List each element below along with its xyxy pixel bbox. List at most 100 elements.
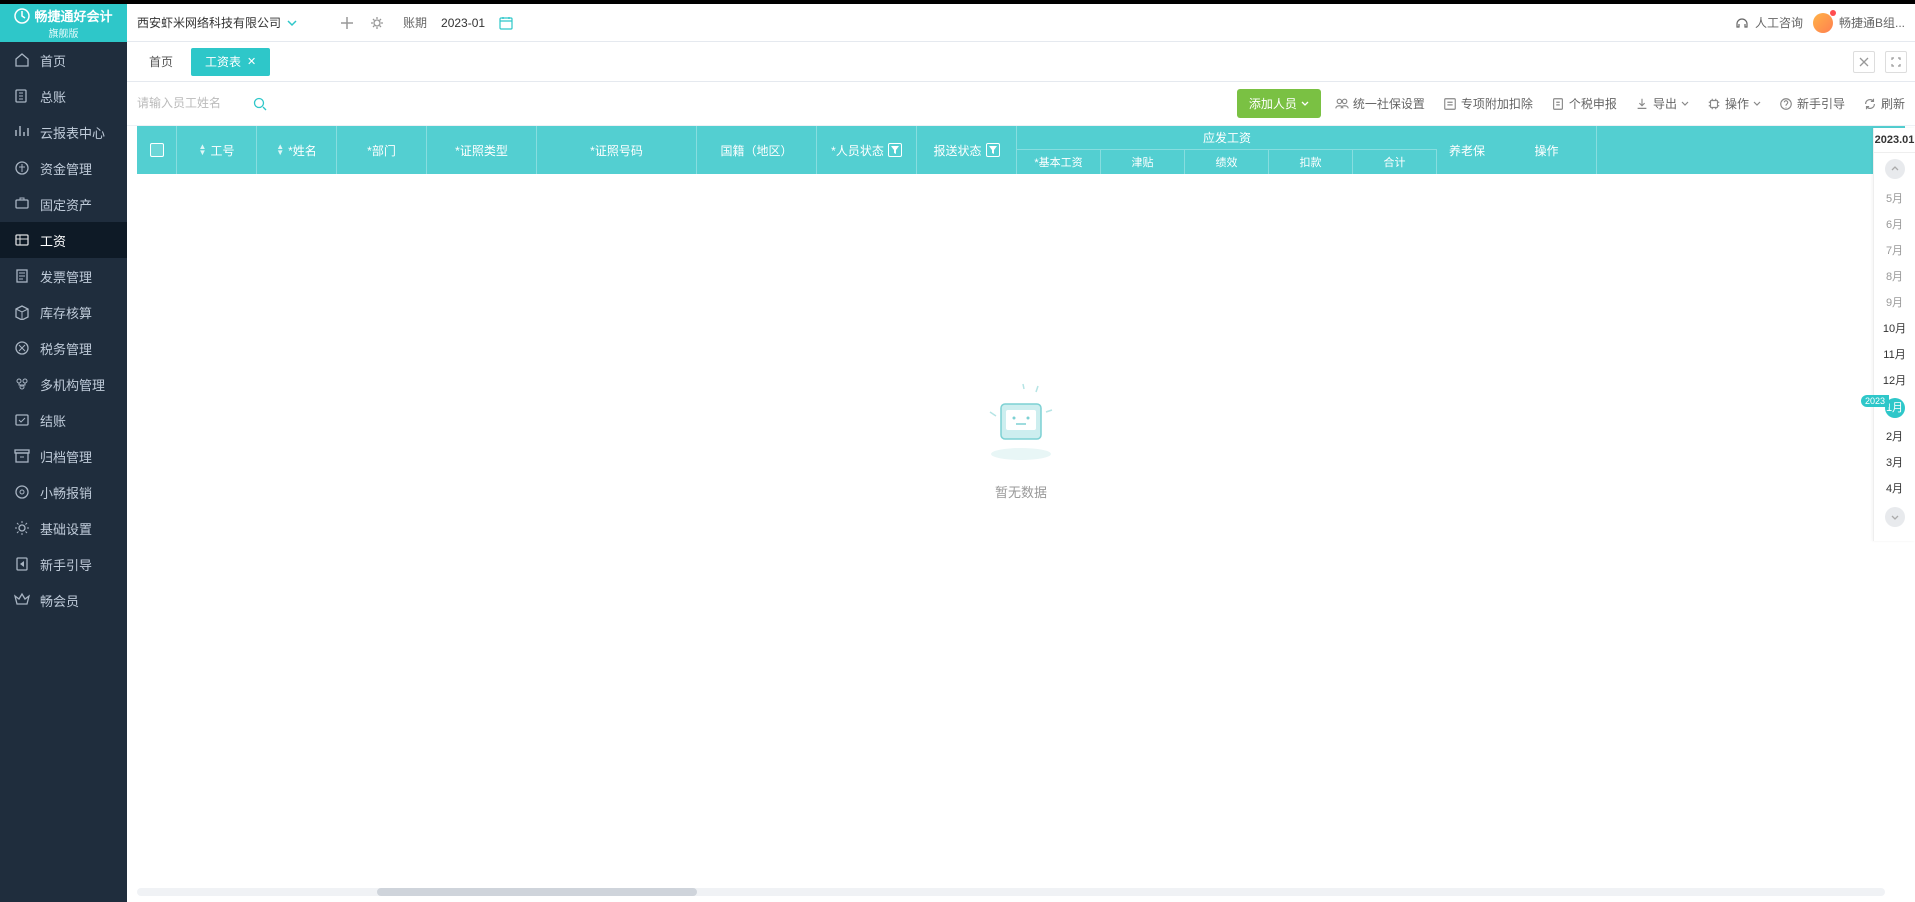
col-payable-sub[interactable]: *基本工资 [1017,150,1101,174]
sidebar-item-label: 结账 [40,411,66,430]
search-icon[interactable] [253,97,267,111]
col-payable-sub[interactable]: 绩效 [1185,150,1269,174]
month-item[interactable]: 6月 [1874,211,1915,237]
close-icon[interactable]: ✕ [247,55,256,68]
month-item[interactable]: 11月 [1874,341,1915,367]
sidebar-item-archive[interactable]: 归档管理 [0,438,127,474]
add-person-button[interactable]: 添加人员 [1237,89,1321,118]
search-box [137,92,287,115]
sidebar: 畅捷通好会计 旗舰版 首页总账云报表中心资金管理固定资产工资发票管理库存核算税务… [0,4,127,902]
month-item[interactable]: 10月 [1874,315,1915,341]
month-item[interactable]: 3月 [1874,449,1915,475]
toolbar-help[interactable]: 新手引导 [1779,95,1845,112]
toolbar-list[interactable]: 专项附加扣除 [1443,95,1533,112]
support-link[interactable]: 人工咨询 [1735,14,1803,31]
avatar [1813,13,1833,33]
list-icon [1443,97,1457,111]
sidebar-item-fund[interactable]: 资金管理 [0,150,127,186]
inventory-icon [14,304,30,320]
tab-1[interactable]: 工资表✕ [191,48,270,76]
sidebar-item-close-period[interactable]: 结账 [0,402,127,438]
sidebar-item-label: 基础设置 [40,519,92,538]
sidebar-item-salary[interactable]: 工资 [0,222,127,258]
filter-icon[interactable] [986,143,1000,157]
vip-icon [14,592,30,608]
sidebar-item-guide[interactable]: 新手引导 [0,546,127,582]
col-payable-sub[interactable]: 扣款 [1269,150,1353,174]
toolbar-people[interactable]: 统一社保设置 [1335,95,1425,112]
sidebar-item-invoice[interactable]: 发票管理 [0,258,127,294]
sidebar-item-report[interactable]: 云报表中心 [0,114,127,150]
gear-icon [1707,97,1721,111]
report-icon [14,124,30,140]
col-nationality[interactable]: 国籍（地区） [697,126,817,174]
scrollbar-thumb[interactable] [377,888,697,896]
sidebar-item-ledger[interactable]: 总账 [0,78,127,114]
sort-icon: ▲▼ [199,144,207,156]
month-item[interactable]: 2月 [1874,423,1915,449]
support-text: 人工咨询 [1755,14,1803,31]
close-period-icon [14,412,30,428]
sidebar-item-label: 多机构管理 [40,375,105,394]
col-dept[interactable]: *部门 [337,126,427,174]
tabs-container: 首页工资表✕ [135,48,270,76]
add-company-button[interactable] [337,13,357,33]
company-selector[interactable]: 西安虾米网络科技有限公司 [137,14,327,31]
col-emp-status[interactable]: *人员状态 [817,126,917,174]
horizontal-scrollbar[interactable] [137,888,1885,896]
filter-icon[interactable] [888,143,902,157]
toolbar-refresh[interactable]: 刷新 [1863,95,1905,112]
col-name[interactable]: ▲▼ *姓名 [257,126,337,174]
toolbar: 添加人员 统一社保设置 专项附加扣除 个税申报 导出 操作 新手引导 刷新 [127,82,1915,126]
sidebar-item-home[interactable]: 首页 [0,42,127,78]
month-item[interactable]: 9月 [1874,289,1915,315]
company-settings-button[interactable] [367,13,387,33]
sidebar-item-label: 资金管理 [40,159,92,178]
toolbar-export[interactable]: 导出 [1635,95,1689,112]
sidebar-item-tax[interactable]: 税务管理 [0,330,127,366]
col-report-status[interactable]: 报送状态 [917,126,1017,174]
main-area: 西安虾米网络科技有限公司 账期 2023-01 人工咨询 [127,4,1915,902]
sidebar-item-label: 工资 [40,231,66,250]
user-menu[interactable]: 畅捷通B组... [1813,13,1905,33]
calendar-icon[interactable] [499,16,513,30]
sidebar-item-inventory[interactable]: 库存核算 [0,294,127,330]
headset-icon [1735,16,1749,30]
tab-0[interactable]: 首页 [135,48,187,76]
sidebar-item-label: 发票管理 [40,267,92,286]
period-scroll-up[interactable] [1885,159,1905,179]
tax-icon [14,340,30,356]
sidebar-item-reimburse[interactable]: 小畅报销 [0,474,127,510]
sidebar-item-settings[interactable]: 基础设置 [0,510,127,546]
logo-edition: 旗舰版 [49,25,79,40]
toolbar-doc[interactable]: 个税申报 [1551,95,1617,112]
month-item[interactable]: 12月 [1874,367,1915,393]
period-scroll-down[interactable] [1885,507,1905,527]
close-tab-button[interactable] [1853,51,1875,73]
month-item[interactable]: 8月 [1874,263,1915,289]
month-item[interactable]: 7月 [1874,237,1915,263]
user-name: 畅捷通B组... [1839,14,1905,31]
month-item[interactable]: 20231月 [1874,393,1915,423]
search-input[interactable] [137,92,247,115]
logo-icon [14,8,30,24]
sidebar-item-label: 税务管理 [40,339,92,358]
refresh-icon [1863,97,1877,111]
sidebar-item-asset[interactable]: 固定资产 [0,186,127,222]
month-item[interactable]: 5月 [1874,185,1915,211]
sidebar-item-label: 新手引导 [40,555,92,574]
col-cert-no[interactable]: *证照号码 [537,126,697,174]
select-all-checkbox[interactable] [150,143,164,157]
month-item[interactable]: 4月 [1874,475,1915,501]
col-payable-group: 应发工资 *基本工资津贴绩效扣款合计 [1017,126,1437,174]
col-payable-sub[interactable]: 津贴 [1101,150,1185,174]
sidebar-item-vip[interactable]: 畅会员 [0,582,127,618]
col-cert-type[interactable]: *证照类型 [427,126,537,174]
col-payable-sub[interactable]: 合计 [1353,150,1437,174]
col-pension[interactable]: 养老保 [1437,126,1497,174]
fullscreen-button[interactable] [1885,51,1907,73]
settings-icon [14,520,30,536]
toolbar-gear[interactable]: 操作 [1707,95,1761,112]
sidebar-item-org[interactable]: 多机构管理 [0,366,127,402]
col-emp-no[interactable]: ▲▼ 工号 [177,126,257,174]
